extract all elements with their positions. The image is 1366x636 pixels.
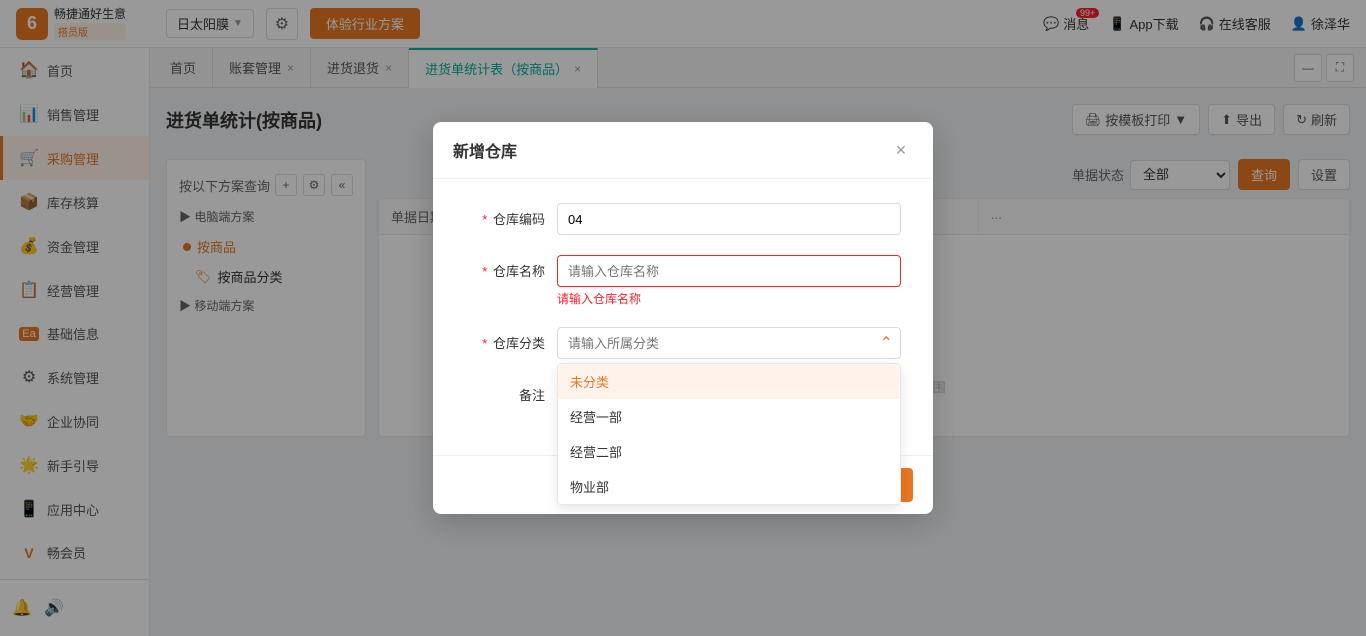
name-error-msg: 请输入仓库名称: [557, 290, 901, 307]
form-row-name: * 仓库名称 请输入仓库名称: [465, 255, 901, 307]
dropdown-item-dept1[interactable]: 经营一部: [558, 399, 900, 434]
dropdown-item-uncategorized[interactable]: 未分类: [558, 364, 900, 399]
category-select-control: ⌃ 未分类 经营一部 经营二部 物业部: [557, 327, 901, 359]
modal-close-btn[interactable]: ×: [889, 138, 913, 162]
required-mark: *: [482, 212, 487, 227]
name-input[interactable]: [557, 255, 901, 287]
modal-overlay: 新增仓库 × * 仓库编码 * 仓库名称: [0, 0, 1366, 636]
note-label: 备注: [465, 379, 545, 404]
required-mark: *: [482, 336, 487, 351]
add-warehouse-modal: 新增仓库 × * 仓库编码 * 仓库名称: [433, 122, 933, 514]
modal-header: 新增仓库 ×: [433, 122, 933, 179]
required-mark: *: [482, 264, 487, 279]
category-label: * 仓库分类: [465, 327, 545, 352]
modal-title: 新增仓库: [453, 138, 517, 162]
category-input[interactable]: [557, 327, 901, 359]
code-label: * 仓库编码: [465, 203, 545, 228]
modal-body: * 仓库编码 * 仓库名称 请输入仓库名称: [433, 179, 933, 455]
name-input-control: 请输入仓库名称: [557, 255, 901, 307]
category-dropdown: 未分类 经营一部 经营二部 物业部: [557, 363, 901, 505]
category-select-wrap: ⌃ 未分类 经营一部 经营二部 物业部: [557, 327, 901, 359]
dropdown-item-dept3[interactable]: 物业部: [558, 469, 900, 504]
code-input[interactable]: [557, 203, 901, 235]
code-input-control: [557, 203, 901, 235]
form-row-category: * 仓库分类 ⌃ 未分类 经营一部 经营二部 物业部: [465, 327, 901, 359]
name-label: * 仓库名称: [465, 255, 545, 280]
dropdown-item-dept2[interactable]: 经营二部: [558, 434, 900, 469]
form-row-code: * 仓库编码: [465, 203, 901, 235]
